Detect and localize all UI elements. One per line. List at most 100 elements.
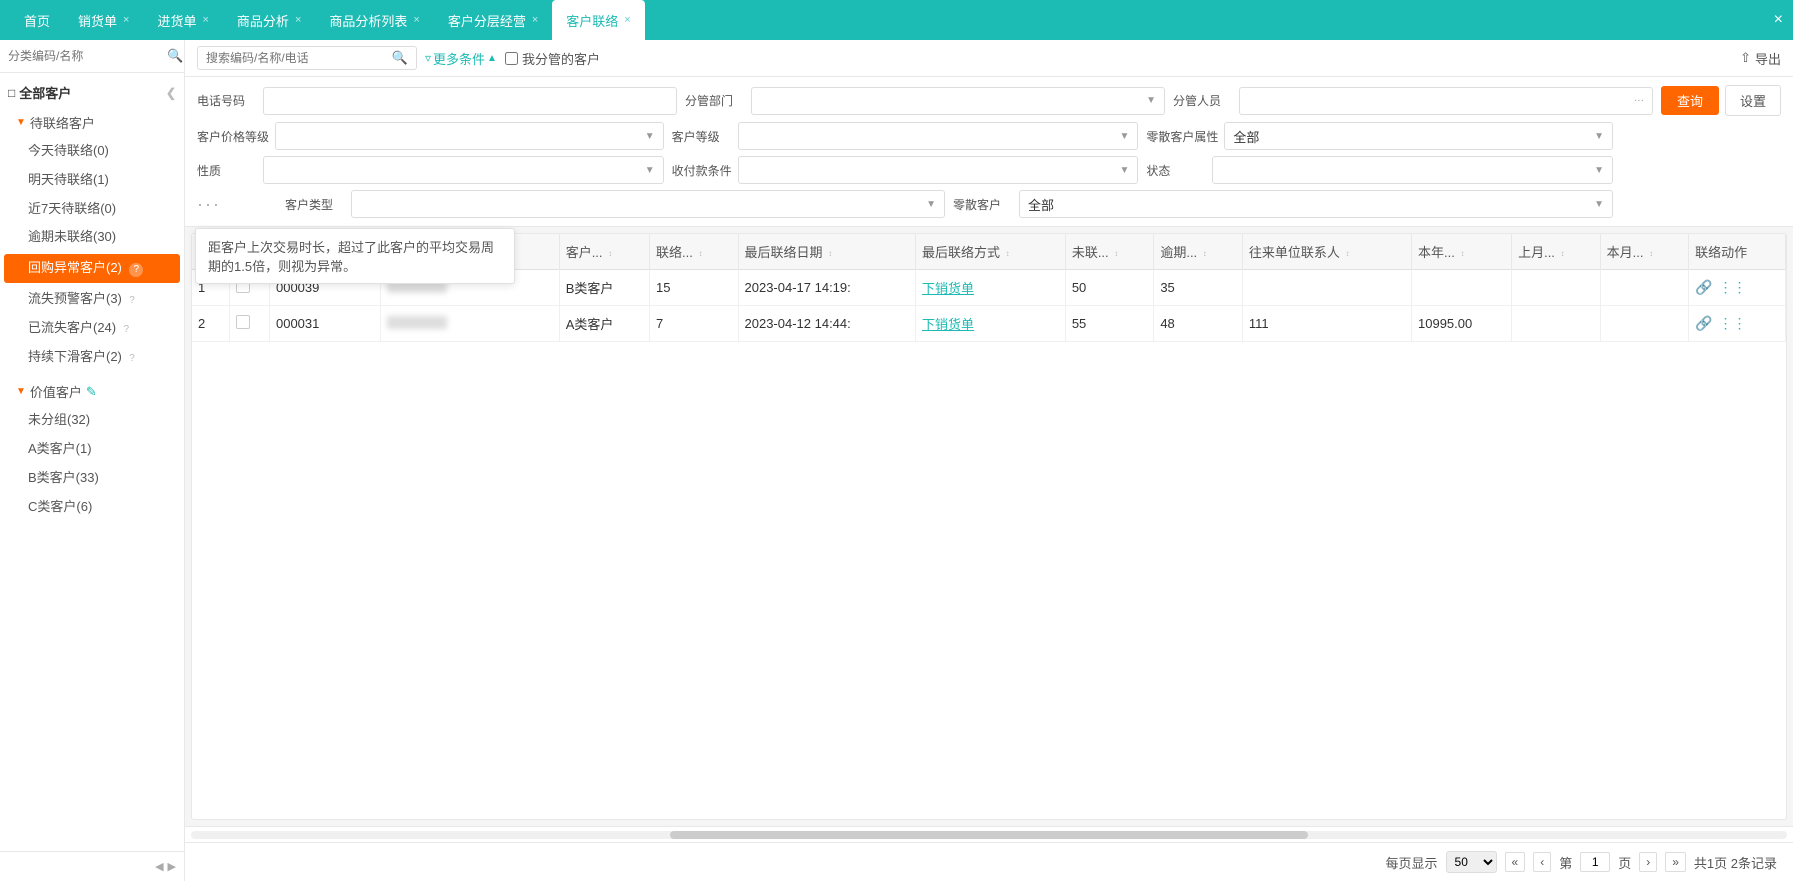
sort-icon-last-month[interactable]: ↕ <box>1561 250 1565 258</box>
filter-more-dots[interactable]: ··· <box>197 194 221 215</box>
info-icon[interactable]: ? <box>129 295 135 306</box>
export-icon: ⇧ <box>1740 50 1751 66</box>
horizontal-scrollbar[interactable] <box>185 826 1793 842</box>
sidebar-item-today-contact[interactable]: 今天待联络(0) <box>0 137 184 166</box>
action-qr-icon-1[interactable]: ⋮⋮ <box>1719 315 1747 332</box>
info-icon[interactable]: ? <box>129 263 143 277</box>
filter-select-retail-customer[interactable]: 全部 ▼ <box>1019 190 1613 218</box>
col-header-year-amount[interactable]: 本年... ↕ <box>1412 234 1512 270</box>
settings-button[interactable]: 设置 <box>1725 85 1781 116</box>
sidebar-scroll-right[interactable]: ▶ <box>168 860 176 873</box>
col-header-this-month[interactable]: 本月... ↕ <box>1600 234 1689 270</box>
last-method-link-0[interactable]: 下销货单 <box>922 281 974 296</box>
nav-tab-customer-segment-close[interactable]: × <box>532 14 538 26</box>
sort-icon-last-date[interactable]: ↕ <box>828 250 832 258</box>
nav-tab-product-analysis-list[interactable]: 商品分析列表 × <box>315 0 433 40</box>
sidebar-group-待联络客户[interactable]: ▼ 待联络客户 <box>0 108 184 137</box>
nav-tab-sales-close[interactable]: × <box>123 14 129 26</box>
col-header-uncontacted[interactable]: 未联... ↕ <box>1065 234 1154 270</box>
page-number-input[interactable] <box>1580 852 1610 872</box>
sort-icon-overdue[interactable]: ↕ <box>1203 250 1207 258</box>
sidebar-search-icon[interactable]: 🔍 <box>167 48 183 64</box>
sidebar-item-overdue-contact[interactable]: 逾期未联络(30) <box>0 223 184 252</box>
sort-icon-contact-count[interactable]: ↕ <box>698 250 702 258</box>
col-header-unit-contacts[interactable]: 往来单位联系人 ↕ <box>1242 234 1411 270</box>
nav-tab-product-analysis[interactable]: 商品分析 × <box>223 0 315 40</box>
sidebar-search-input[interactable] <box>8 49 163 63</box>
sort-icon-last-method[interactable]: ↕ <box>1006 250 1010 258</box>
last-page-button[interactable]: » <box>1665 852 1686 872</box>
sidebar-item-unclassified[interactable]: 未分组(32) <box>0 406 184 435</box>
col-header-type[interactable]: 客户... ↕ <box>559 234 649 270</box>
filter-select-status[interactable]: ▼ <box>1212 156 1613 184</box>
more-conditions-button[interactable]: ▿ 更多条件 ▲ <box>425 49 497 68</box>
col-header-contact-count[interactable]: 联络... ↕ <box>649 234 738 270</box>
next-page-button[interactable]: › <box>1639 852 1657 872</box>
query-button[interactable]: 查询 <box>1661 86 1719 115</box>
sort-icon-type[interactable]: ↕ <box>608 250 612 258</box>
sidebar-scroll-left[interactable]: ◀ <box>155 860 163 873</box>
sidebar-item-class-c[interactable]: C类客户(6) <box>0 493 184 522</box>
cell-checkbox-1 <box>229 306 269 342</box>
sidebar-item-7days-contact[interactable]: 近7天待联络(0) <box>0 195 184 224</box>
scroll-thumb[interactable] <box>670 831 1308 839</box>
nav-tab-customer-contact-close[interactable]: × <box>624 14 630 26</box>
last-method-link-1[interactable]: 下销货单 <box>922 317 974 332</box>
search-icon[interactable]: 🔍 <box>392 50 408 66</box>
filter-select-dept[interactable]: ▼ <box>751 87 1165 115</box>
window-close-button[interactable]: × <box>1774 11 1783 29</box>
info-icon[interactable]: ? <box>123 324 129 335</box>
nav-tab-purchase[interactable]: 进货单 × <box>143 0 222 40</box>
filter-select-price-level[interactable]: ▼ <box>275 122 664 150</box>
col-header-last-month[interactable]: 上月... ↕ <box>1512 234 1601 270</box>
cell-year-amount-0 <box>1412 270 1512 306</box>
col-header-last-method[interactable]: 最后联络方式 ↕ <box>916 234 1066 270</box>
edit-group-icon[interactable]: ✎ <box>86 384 97 400</box>
sidebar-item-class-b[interactable]: B类客户(33) <box>0 464 184 493</box>
sidebar-item-abnormal-repurchase[interactable]: 回购异常客户(2) ? <box>4 254 180 283</box>
sort-icon-uncontacted[interactable]: ↕ <box>1114 250 1118 258</box>
filter-label-payment: 收付款条件 <box>672 162 732 179</box>
filter-select-retail-attr[interactable]: 全部 ▼ <box>1224 122 1613 150</box>
filter-select-payment[interactable]: ▼ <box>738 156 1139 184</box>
nav-tab-product-analysis-list-close[interactable]: × <box>413 14 419 26</box>
sidebar-group-value-customers[interactable]: ▼ 价值客户 ✎ <box>0 377 184 406</box>
filter-select-customer-level[interactable]: ▼ <box>738 122 1139 150</box>
action-qr-icon-0[interactable]: ⋮⋮ <box>1719 279 1747 296</box>
sidebar-root-item[interactable]: □ 全部客户 ❮ <box>0 77 184 108</box>
first-page-button[interactable]: « <box>1505 852 1526 872</box>
row-checkbox-1[interactable] <box>236 315 250 329</box>
export-button[interactable]: ⇧ 导出 <box>1740 49 1781 68</box>
action-link-icon-1[interactable]: 🔗 <box>1695 315 1712 332</box>
sidebar-item-tomorrow-contact[interactable]: 明天待联络(1) <box>0 166 184 195</box>
sidebar-collapse-arrow[interactable]: ❮ <box>166 86 176 100</box>
sidebar-item-declining-customers[interactable]: 持续下滑客户(2) ? <box>0 343 184 372</box>
sidebar-item-class-a[interactable]: A类客户(1) <box>0 435 184 464</box>
filter-select-customer-type[interactable]: ▼ <box>351 190 945 218</box>
chevron-down-icon: ▼ <box>645 131 655 142</box>
filter-select-person[interactable]: ··· <box>1239 87 1653 115</box>
nav-tab-customer-segment[interactable]: 客户分层经营 × <box>434 0 552 40</box>
nav-tab-product-analysis-close[interactable]: × <box>295 14 301 26</box>
sidebar-item-lost-customers[interactable]: 已流失客户(24) ? <box>0 314 184 343</box>
filter-label-customer-type: 客户类型 <box>285 196 345 213</box>
nav-tab-purchase-close[interactable]: × <box>202 14 208 26</box>
info-icon[interactable]: ? <box>129 353 135 364</box>
my-customers-checkbox[interactable] <box>505 52 518 65</box>
page-size-select[interactable]: 50 100 200 <box>1446 851 1497 873</box>
sidebar-item-label: B类客户(33) <box>28 470 99 485</box>
filter-input-phone[interactable] <box>263 87 677 115</box>
sort-icon-year-amount[interactable]: ↕ <box>1460 250 1464 258</box>
nav-tab-sales[interactable]: 销货单 × <box>64 0 143 40</box>
action-link-icon-0[interactable]: 🔗 <box>1695 279 1712 296</box>
prev-page-button[interactable]: ‹ <box>1533 852 1551 872</box>
col-header-overdue[interactable]: 逾期... ↕ <box>1154 234 1243 270</box>
nav-tab-customer-contact[interactable]: 客户联络 × <box>552 0 644 40</box>
search-input[interactable] <box>206 51 392 65</box>
sidebar-item-loss-warning[interactable]: 流失预警客户(3) ? <box>0 285 184 314</box>
sort-icon-this-month[interactable]: ↕ <box>1649 250 1653 258</box>
col-header-last-date[interactable]: 最后联络日期 ↕ <box>738 234 916 270</box>
sort-icon-unit-contacts[interactable]: ↕ <box>1345 250 1349 258</box>
filter-select-nature[interactable]: ▼ <box>263 156 664 184</box>
nav-tab-home[interactable]: 首页 <box>10 0 64 40</box>
